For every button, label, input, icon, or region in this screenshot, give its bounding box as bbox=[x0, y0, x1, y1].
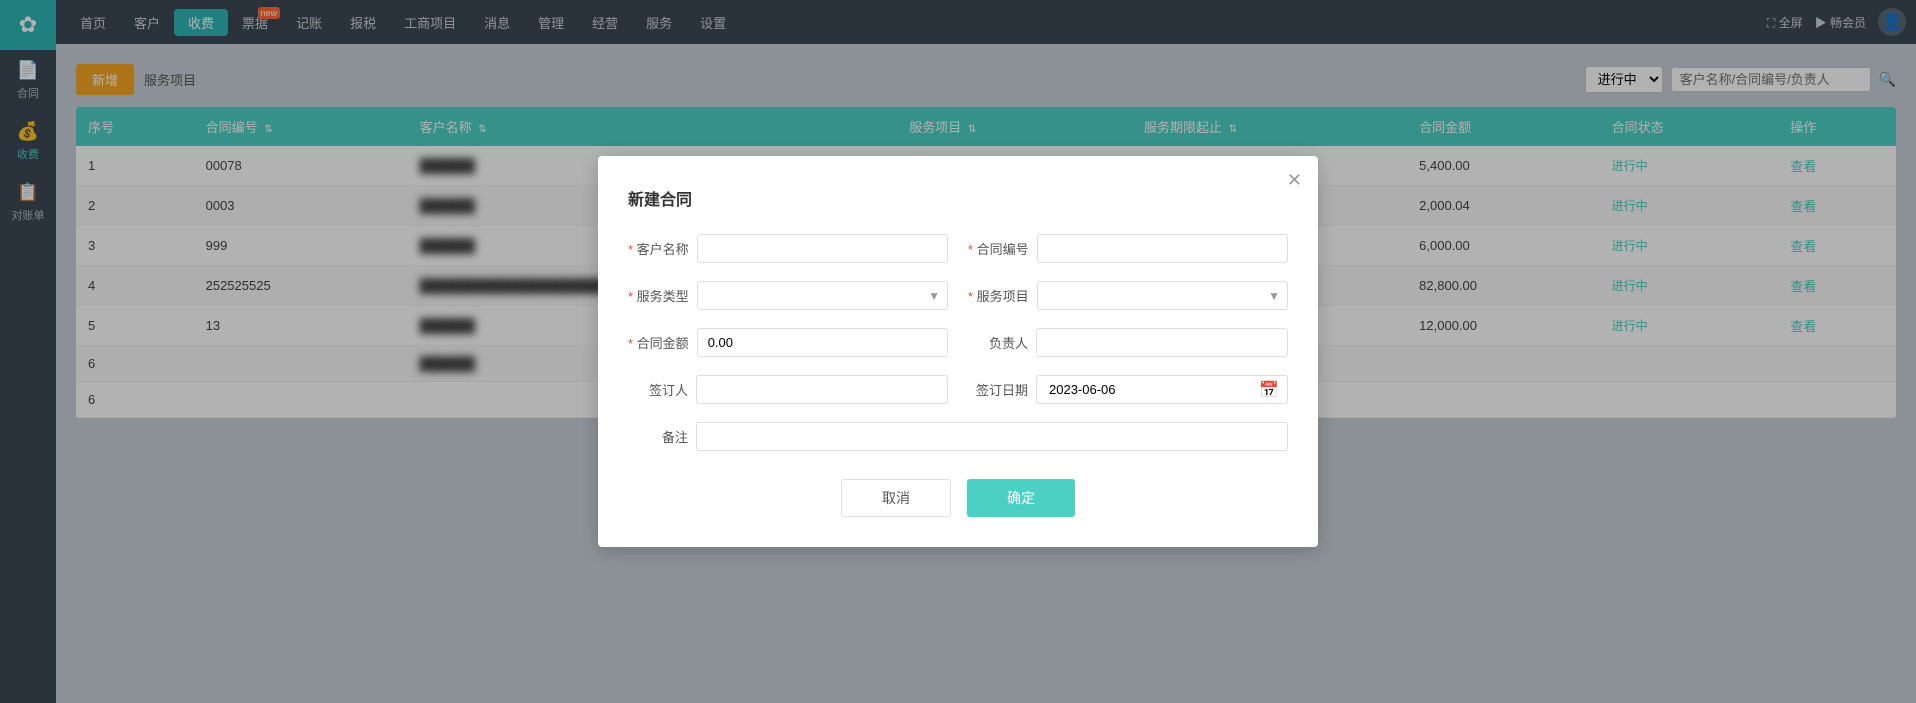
amount-field: 合同金额 bbox=[628, 328, 948, 357]
sign-date-wrapper: 📅 bbox=[1036, 375, 1288, 404]
modal-footer: 取消 确定 bbox=[628, 479, 1288, 517]
form-row-4: 签订人 签订日期 📅 bbox=[628, 375, 1288, 404]
service-item-wrapper: ▼ bbox=[1037, 281, 1288, 310]
calendar-icon[interactable]: 📅 bbox=[1259, 380, 1279, 400]
cancel-button[interactable]: 取消 bbox=[841, 479, 951, 517]
form-row-2: 服务类型 ▼ 服务项目 ▼ bbox=[628, 281, 1288, 310]
signatory-field: 签订人 bbox=[628, 375, 948, 404]
service-item-label: 服务项目 bbox=[968, 286, 1029, 305]
service-item-field: 服务项目 ▼ bbox=[968, 281, 1288, 310]
sign-date-label: 签订日期 bbox=[968, 380, 1028, 399]
contract-no-label: 合同编号 bbox=[968, 239, 1029, 258]
service-type-field: 服务类型 ▼ bbox=[628, 281, 948, 310]
remark-input[interactable] bbox=[696, 422, 1288, 451]
remark-field: 备注 bbox=[628, 422, 1288, 451]
modal-overlay: ✕ 新建合同 客户名称 合同编号 服务类型 ▼ bbox=[0, 0, 1916, 703]
form-row-5: 备注 bbox=[628, 422, 1288, 451]
amount-label: 合同金额 bbox=[628, 333, 689, 352]
signatory-input[interactable] bbox=[696, 375, 948, 404]
contract-no-field: 合同编号 bbox=[968, 234, 1288, 263]
sign-date-input[interactable] bbox=[1045, 376, 1259, 403]
signatory-label: 签订人 bbox=[628, 380, 688, 399]
responsible-input[interactable] bbox=[1036, 328, 1288, 357]
service-type-select[interactable] bbox=[697, 281, 948, 310]
customer-name-field: 客户名称 bbox=[628, 234, 948, 263]
responsible-field: 负责人 bbox=[968, 328, 1288, 357]
modal-close-button[interactable]: ✕ bbox=[1287, 170, 1302, 191]
service-item-select[interactable] bbox=[1037, 281, 1288, 310]
new-contract-modal: ✕ 新建合同 客户名称 合同编号 服务类型 ▼ bbox=[598, 156, 1318, 547]
responsible-label: 负责人 bbox=[968, 333, 1028, 352]
amount-input[interactable] bbox=[697, 328, 948, 357]
service-type-wrapper: ▼ bbox=[697, 281, 948, 310]
modal-title: 新建合同 bbox=[628, 186, 1288, 210]
form-row-3: 合同金额 负责人 bbox=[628, 328, 1288, 357]
form-row-1: 客户名称 合同编号 bbox=[628, 234, 1288, 263]
confirm-button[interactable]: 确定 bbox=[967, 479, 1075, 517]
remark-label: 备注 bbox=[628, 427, 688, 446]
customer-name-input[interactable] bbox=[697, 234, 948, 263]
contract-no-input[interactable] bbox=[1037, 234, 1288, 263]
customer-name-label: 客户名称 bbox=[628, 239, 689, 258]
sign-date-field: 签订日期 📅 bbox=[968, 375, 1288, 404]
service-type-label: 服务类型 bbox=[628, 286, 689, 305]
